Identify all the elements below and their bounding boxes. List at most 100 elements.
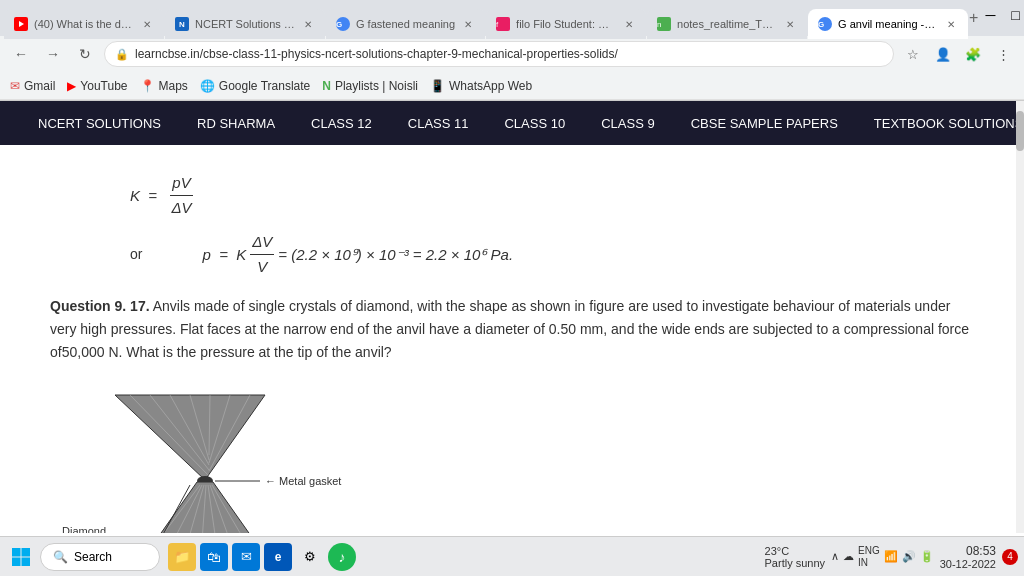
tab-6[interactable]: G G anvil meaning - Go... ✕ xyxy=(808,9,968,39)
tab-5-label: notes_realtime_TG... xyxy=(677,18,777,30)
taskbar-search-label: Search xyxy=(74,550,112,564)
bookmark-whatsapp[interactable]: 📱 WhatsApp Web xyxy=(430,79,532,93)
mail-icon: ✉ xyxy=(241,549,252,564)
nav-item-ncert[interactable]: NCERT SOLUTIONS xyxy=(20,101,179,145)
bookmark-whatsapp-label: WhatsApp Web xyxy=(449,79,532,93)
tab-4-close[interactable]: ✕ xyxy=(622,17,636,31)
tab-3[interactable]: G G fastened meaning ✕ xyxy=(326,9,485,39)
svg-text:Diamond: Diamond xyxy=(62,525,106,533)
browser-chrome: (40) What is the de... ✕ N NCERT Solutio… xyxy=(0,0,1024,101)
tab-3-close[interactable]: ✕ xyxy=(461,17,475,31)
profile-icon[interactable]: 👤 xyxy=(930,41,956,67)
taskbar-search-icon: 🔍 xyxy=(53,550,68,564)
reload-button[interactable]: ↻ xyxy=(72,41,98,67)
extension-icon[interactable]: 🧩 xyxy=(960,41,986,67)
question-body: Anvils made of single crystals of diamon… xyxy=(50,298,969,360)
scrollbar-thumb[interactable] xyxy=(1016,111,1024,151)
taskbar-store[interactable]: 🛍 xyxy=(200,543,228,571)
k-denominator: ΔV xyxy=(169,196,193,220)
edge-icon: e xyxy=(275,550,282,564)
tab-1-close[interactable]: ✕ xyxy=(140,17,154,31)
bookmark-translate[interactable]: 🌐 Google Translate xyxy=(200,79,310,93)
tab-6-close[interactable]: ✕ xyxy=(944,17,958,31)
tab-1[interactable]: (40) What is the de... ✕ xyxy=(4,9,164,39)
tab-6-label: G anvil meaning - Go... xyxy=(838,18,938,30)
lock-icon: 🔒 xyxy=(115,48,129,61)
nav-item-textbook[interactable]: TEXTBOOK SOLUTIONS xyxy=(856,101,1024,145)
question-number: Question 9. 17. xyxy=(50,298,150,314)
tab-5-close[interactable]: ✕ xyxy=(783,17,797,31)
nav-item-class12[interactable]: CLASS 12 xyxy=(293,101,390,145)
tab-4[interactable]: f filo Filo Student: Worlds ✕ xyxy=(486,9,646,39)
p-result: = (2.2 × 10⁹) × 10⁻³ = 2.2 × 10⁶ Pa. xyxy=(278,243,513,267)
svg-rect-25 xyxy=(12,557,21,566)
taskbar-edge[interactable]: e xyxy=(264,543,292,571)
clock-time: 08:53 xyxy=(940,544,996,558)
tab-4-label: filo Filo Student: Worlds xyxy=(516,18,616,30)
tab-5[interactable]: n notes_realtime_TG... ✕ xyxy=(647,9,807,39)
p-eq-label: p = K xyxy=(202,243,246,267)
taskbar: 🔍 Search 📁 🛍 ✉ e ⚙ ♪ 23°C Partly sunny ∧ xyxy=(0,536,1024,576)
system-tray: ∧ ☁ ENG IN 📶 🔊 🔋 xyxy=(831,545,934,569)
eng-lang[interactable]: ENG IN xyxy=(858,545,880,569)
weather-desc: Partly sunny xyxy=(765,557,826,569)
minimize-button[interactable]: ─ xyxy=(979,5,1001,25)
page-content: NCERT SOLUTIONS RD SHARMA CLASS 12 CLASS… xyxy=(0,101,1024,533)
taskbar-settings[interactable]: ⚙ xyxy=(296,543,324,571)
new-tab-button[interactable]: + xyxy=(969,4,978,32)
site-nav: NCERT SOLUTIONS RD SHARMA CLASS 12 CLASS… xyxy=(0,101,1024,145)
clock-date: 30-12-2022 xyxy=(940,558,996,570)
weather-info: 23°C Partly sunny xyxy=(765,545,826,569)
taskbar-spotify[interactable]: ♪ xyxy=(328,543,356,571)
svg-rect-23 xyxy=(12,548,21,557)
tab-2-close[interactable]: ✕ xyxy=(301,17,315,31)
nav-item-rd-sharma[interactable]: RD SHARMA xyxy=(179,101,293,145)
or-label: or xyxy=(130,243,142,265)
nav-item-class11[interactable]: CLASS 11 xyxy=(390,101,487,145)
k-fraction: pV ΔV xyxy=(169,171,193,220)
tab-1-label: (40) What is the de... xyxy=(34,18,134,30)
start-button[interactable] xyxy=(6,542,36,572)
bookmark-gmail-label: Gmail xyxy=(24,79,55,93)
taskbar-clock[interactable]: 08:53 30-12-2022 xyxy=(940,544,996,570)
more-options-icon[interactable]: ⋮ xyxy=(990,41,1016,67)
nav-item-class10[interactable]: CLASS 10 xyxy=(486,101,583,145)
dv-fraction: ΔV V xyxy=(250,230,274,279)
url-bar[interactable]: 🔒 learncbse.in/cbse-class-11-physics-nce… xyxy=(104,41,894,67)
tab-2-favicon: N xyxy=(175,17,189,31)
math-block-p: or p = K ΔV V = (2.2 × 10⁹) × 10⁻³ = 2.2… xyxy=(130,230,974,279)
tab-3-favicon: G xyxy=(336,17,350,31)
taskbar-right: 23°C Partly sunny ∧ ☁ ENG IN 📶 🔊 🔋 08:53… xyxy=(765,544,1018,570)
bookmark-star-icon[interactable]: ☆ xyxy=(900,41,926,67)
bookmark-noisli[interactable]: N Playlists | Noisli xyxy=(322,79,418,93)
back-button[interactable]: ← xyxy=(8,41,34,67)
gmail-icon: ✉ xyxy=(10,79,20,93)
up-arrow-icon[interactable]: ∧ xyxy=(831,550,839,563)
forward-button[interactable]: → xyxy=(40,41,66,67)
bookmark-youtube-label: YouTube xyxy=(80,79,127,93)
bookmark-maps[interactable]: 📍 Maps xyxy=(140,79,188,93)
notification-badge[interactable]: 4 xyxy=(1002,549,1018,565)
youtube-icon: ▶ xyxy=(67,79,76,93)
battery-icon[interactable]: 🔋 xyxy=(920,550,934,563)
taskbar-search[interactable]: 🔍 Search xyxy=(40,543,160,571)
nav-item-class9[interactable]: CLASS 9 xyxy=(583,101,672,145)
nav-item-cbse[interactable]: CBSE SAMPLE PAPERS xyxy=(673,101,856,145)
taskbar-mail[interactable]: ✉ xyxy=(232,543,260,571)
tab-2[interactable]: N NCERT Solutions fo... ✕ xyxy=(165,9,325,39)
tab-5-favicon: n xyxy=(657,17,671,31)
anvil-diagram: Diamond cones ← Metal gasket xyxy=(60,385,350,533)
bookmark-youtube[interactable]: ▶ YouTube xyxy=(67,79,127,93)
wifi-icon[interactable]: 📶 xyxy=(884,550,898,563)
svg-marker-10 xyxy=(135,482,275,533)
cloud-icon[interactable]: ☁ xyxy=(843,550,854,563)
maximize-button[interactable]: □ xyxy=(1005,5,1024,25)
svg-text:← Metal gasket: ← Metal gasket xyxy=(265,475,341,487)
question-block: Question 9. 17. Anvils made of single cr… xyxy=(50,295,974,364)
spotify-icon: ♪ xyxy=(339,549,346,565)
bookmark-gmail[interactable]: ✉ Gmail xyxy=(10,79,55,93)
k-numerator: pV xyxy=(170,171,192,196)
page-scrollbar[interactable] xyxy=(1016,101,1024,533)
volume-icon[interactable]: 🔊 xyxy=(902,550,916,563)
taskbar-file-explorer[interactable]: 📁 xyxy=(168,543,196,571)
